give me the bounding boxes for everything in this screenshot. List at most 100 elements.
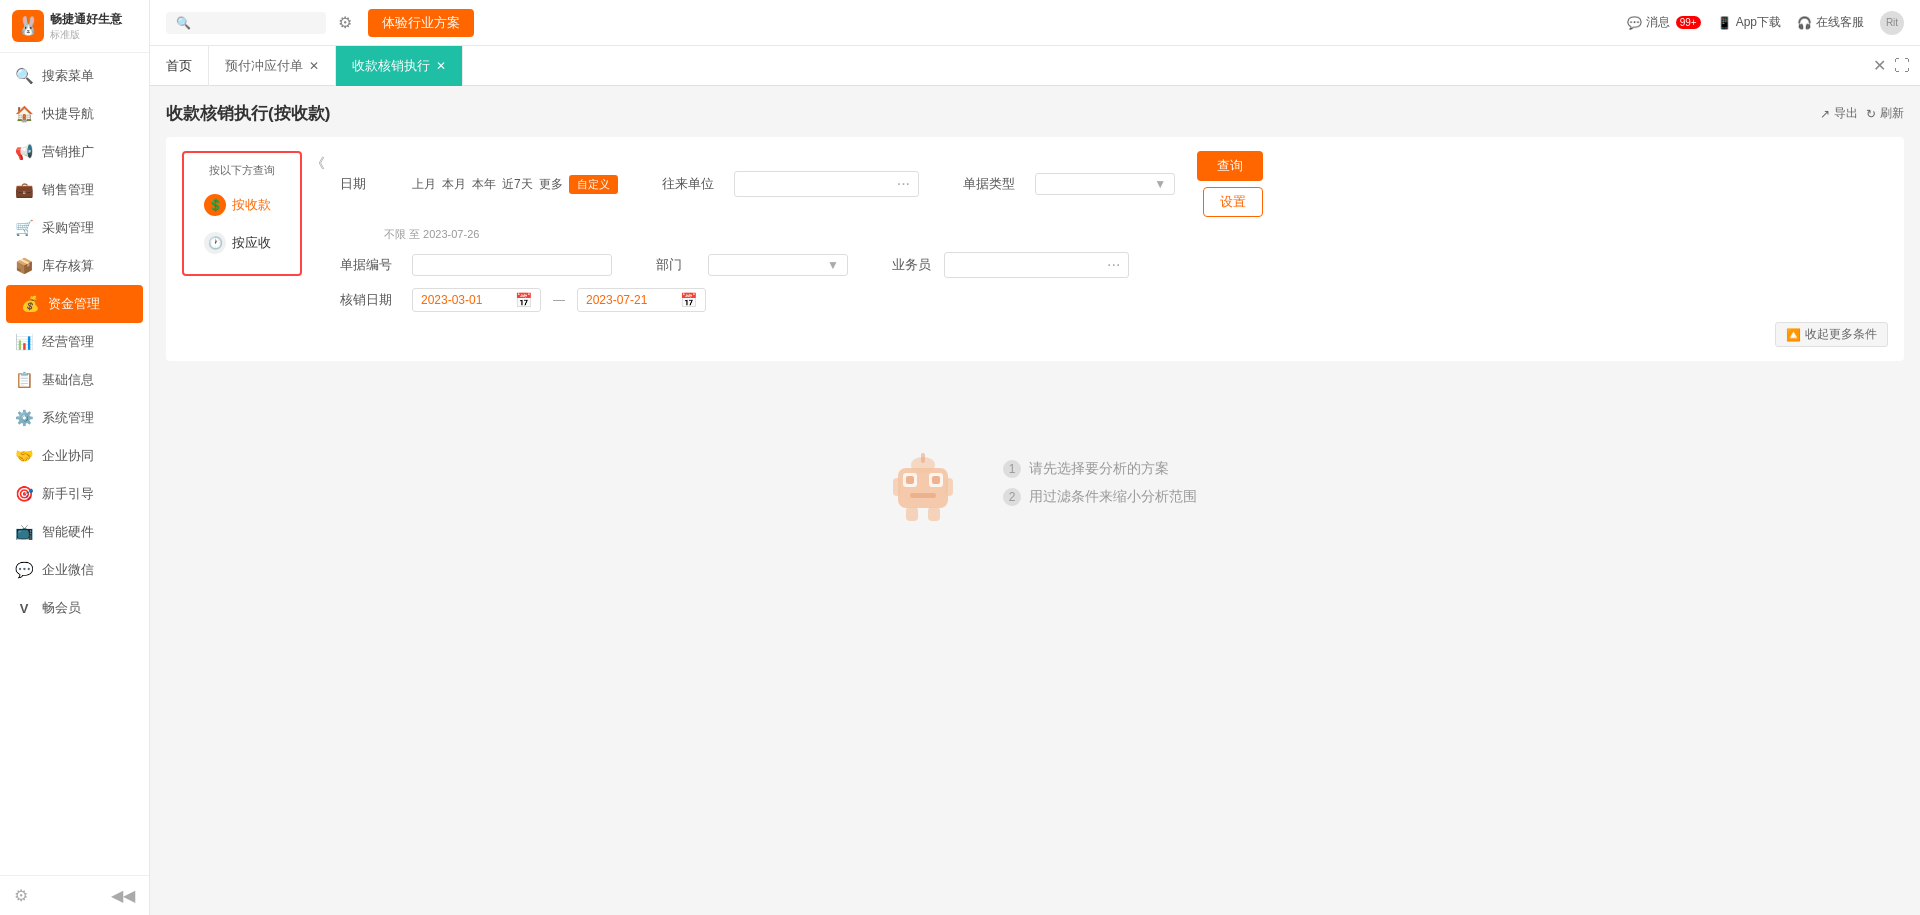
hint-text-2: 用过滤条件来缩小分析范围 [1029, 488, 1197, 506]
calendar-start-icon[interactable]: 📅 [515, 292, 532, 308]
message-label: 消息 [1646, 14, 1670, 31]
doc-number-input-wrap [412, 254, 612, 276]
date-shortcut-last-month[interactable]: 上月 [412, 176, 436, 193]
header-search-box[interactable]: 🔍 [166, 12, 326, 34]
tab-home[interactable]: 首页 [150, 46, 209, 86]
calendar-end-icon[interactable]: 📅 [680, 292, 697, 308]
doc-type-chevron-icon: ▼ [1154, 177, 1166, 191]
tab-prepay-close[interactable]: ✕ [309, 59, 319, 73]
date-range-info: 不限 至 2023-07-26 [384, 227, 479, 242]
tab-receipt-writeoff-close[interactable]: ✕ [436, 59, 446, 73]
filter-row-3: 核销日期 📅 — 📅 [340, 288, 1888, 312]
search-button[interactable]: 查询 [1197, 151, 1263, 181]
sidebar-item-marketing[interactable]: 📢 营销推广 [0, 133, 149, 171]
date-shortcut-more[interactable]: 更多 [539, 176, 563, 193]
date-shortcut-custom[interactable]: 自定义 [569, 175, 618, 194]
writeoff-date-label: 核销日期 [340, 291, 400, 309]
filter-option-by-receipt[interactable]: 💲 按收款 [196, 188, 288, 222]
sidebar-item-basic[interactable]: 📋 基础信息 [0, 361, 149, 399]
tab-receipt-writeoff-label: 收款核销执行 [352, 57, 430, 75]
date-shortcuts: 上月 本月 本年 近7天 更多 自定义 [412, 175, 618, 194]
app-download-action[interactable]: 📱 App下载 [1717, 14, 1781, 31]
svg-rect-7 [945, 478, 953, 496]
sidebar-item-finance[interactable]: 💰 资金管理 [6, 285, 143, 323]
date-shortcut-this-year[interactable]: 本年 [472, 176, 496, 193]
sidebar-item-member[interactable]: V 畅会员 [0, 589, 149, 627]
service-icon: 🎧 [1797, 16, 1812, 30]
date-shortcut-7days[interactable]: 近7天 [502, 176, 533, 193]
tab-receipt-writeoff[interactable]: 收款核销执行 ✕ [336, 46, 463, 86]
counterpart-input[interactable] [743, 177, 893, 191]
finance-icon: 💰 [20, 295, 40, 313]
sidebar-item-system[interactable]: ⚙️ 系统管理 [0, 399, 149, 437]
sidebar-item-hardware[interactable]: 📺 智能硬件 [0, 513, 149, 551]
doc-type-select[interactable]: ▼ [1035, 173, 1175, 195]
marketing-icon: 📢 [14, 143, 34, 161]
collapse-sidebar-icon[interactable]: ◀◀ [111, 886, 135, 905]
right-action-btns: 查询 设置 [1187, 151, 1263, 217]
messages-action[interactable]: 💬 消息 99+ [1627, 14, 1701, 31]
sidebar-label-marketing: 营销推广 [42, 143, 94, 161]
date-shortcut-this-month[interactable]: 本月 [442, 176, 466, 193]
sidebar-item-quick-nav[interactable]: 🏠 快捷导航 [0, 95, 149, 133]
filter-row-1: 日期 上月 本月 本年 近7天 更多 自定义 往来单位 ··· [340, 151, 1888, 217]
collapse-more-conditions-btn[interactable]: 🔼 收起更多条件 [1775, 322, 1888, 347]
tab-prepay-label: 预付冲应付单 [225, 57, 303, 75]
settings-bottom-icon[interactable]: ⚙ [14, 886, 28, 905]
sidebar-item-enterprise[interactable]: 🤝 企业协同 [0, 437, 149, 475]
page-title: 收款核销执行(按收款) [166, 102, 330, 125]
sidebar-label-finance: 资金管理 [48, 295, 100, 313]
refresh-icon: ↻ [1866, 107, 1876, 121]
filter-option-by-receivable[interactable]: 🕐 按应收 [196, 226, 288, 260]
sidebar-item-sales[interactable]: 💼 销售管理 [0, 171, 149, 209]
sidebar-label-operations: 经营管理 [42, 333, 94, 351]
department-select[interactable]: ▼ [708, 254, 848, 276]
header-gear-icon[interactable]: ⚙ [338, 13, 352, 32]
app-logo-icon: 🐰 [12, 10, 44, 42]
close-tab-icon[interactable]: ✕ [1873, 56, 1886, 75]
header-search-icon: 🔍 [176, 16, 191, 30]
industry-btn[interactable]: 体验行业方案 [368, 9, 474, 37]
filter-form: 日期 上月 本月 本年 近7天 更多 自定义 往来单位 ··· [340, 151, 1888, 347]
home-icon: 🏠 [14, 105, 34, 123]
settings-button[interactable]: 设置 [1203, 187, 1263, 217]
sidebar-item-search[interactable]: 🔍 搜索菜单 [0, 57, 149, 95]
collapse-more-label: 收起更多条件 [1805, 326, 1877, 343]
tab-prepay[interactable]: 预付冲应付单 ✕ [209, 46, 336, 86]
sidebar-label-purchase: 采购管理 [42, 219, 94, 237]
user-avatar[interactable]: Rit [1880, 11, 1904, 35]
empty-hint-1: 1 请先选择要分析的方案 [1003, 460, 1197, 478]
export-icon: ↗ [1820, 107, 1830, 121]
counterpart-input-wrap: ··· [734, 171, 919, 197]
writeoff-date-start[interactable] [421, 293, 511, 307]
sidebar-item-guide[interactable]: 🎯 新手引导 [0, 475, 149, 513]
inventory-icon: 📦 [14, 257, 34, 275]
filter-collapse-toggle[interactable]: 《 [308, 155, 328, 173]
counterpart-label: 往来单位 [662, 175, 722, 193]
svg-rect-6 [893, 478, 901, 496]
sidebar-item-inventory[interactable]: 📦 库存核算 [0, 247, 149, 285]
counterpart-dots-icon[interactable]: ··· [897, 175, 910, 193]
refresh-btn[interactable]: ↻ 刷新 [1866, 105, 1904, 122]
sidebar-item-operations[interactable]: 📊 经营管理 [0, 323, 149, 361]
sidebar-item-wechat[interactable]: 💬 企业微信 [0, 551, 149, 589]
online-service-action[interactable]: 🎧 在线客服 [1797, 14, 1864, 31]
writeoff-date-end[interactable] [586, 293, 676, 307]
sidebar-label-enterprise: 企业协同 [42, 447, 94, 465]
hint-num-2: 2 [1003, 488, 1021, 506]
sales-icon: 💼 [14, 181, 34, 199]
filter-row-2: 单据编号 部门 ▼ 业务员 ··· [340, 252, 1888, 278]
expand-tab-icon[interactable]: ⛶ [1894, 57, 1910, 75]
refresh-label: 刷新 [1880, 105, 1904, 122]
chevron-left-icon: 《 [311, 155, 325, 173]
svg-rect-3 [906, 476, 914, 484]
staff-dots-icon[interactable]: ··· [1107, 256, 1120, 274]
export-btn[interactable]: ↗ 导出 [1820, 105, 1858, 122]
sidebar-item-purchase[interactable]: 🛒 采购管理 [0, 209, 149, 247]
header-left: 🔍 ⚙ 体验行业方案 [166, 9, 474, 37]
sidebar-label-search: 搜索菜单 [42, 67, 94, 85]
sidebar-label-basic: 基础信息 [42, 371, 94, 389]
doc-number-label: 单据编号 [340, 256, 400, 274]
doc-number-input[interactable] [421, 258, 603, 272]
staff-input[interactable] [953, 258, 1103, 272]
